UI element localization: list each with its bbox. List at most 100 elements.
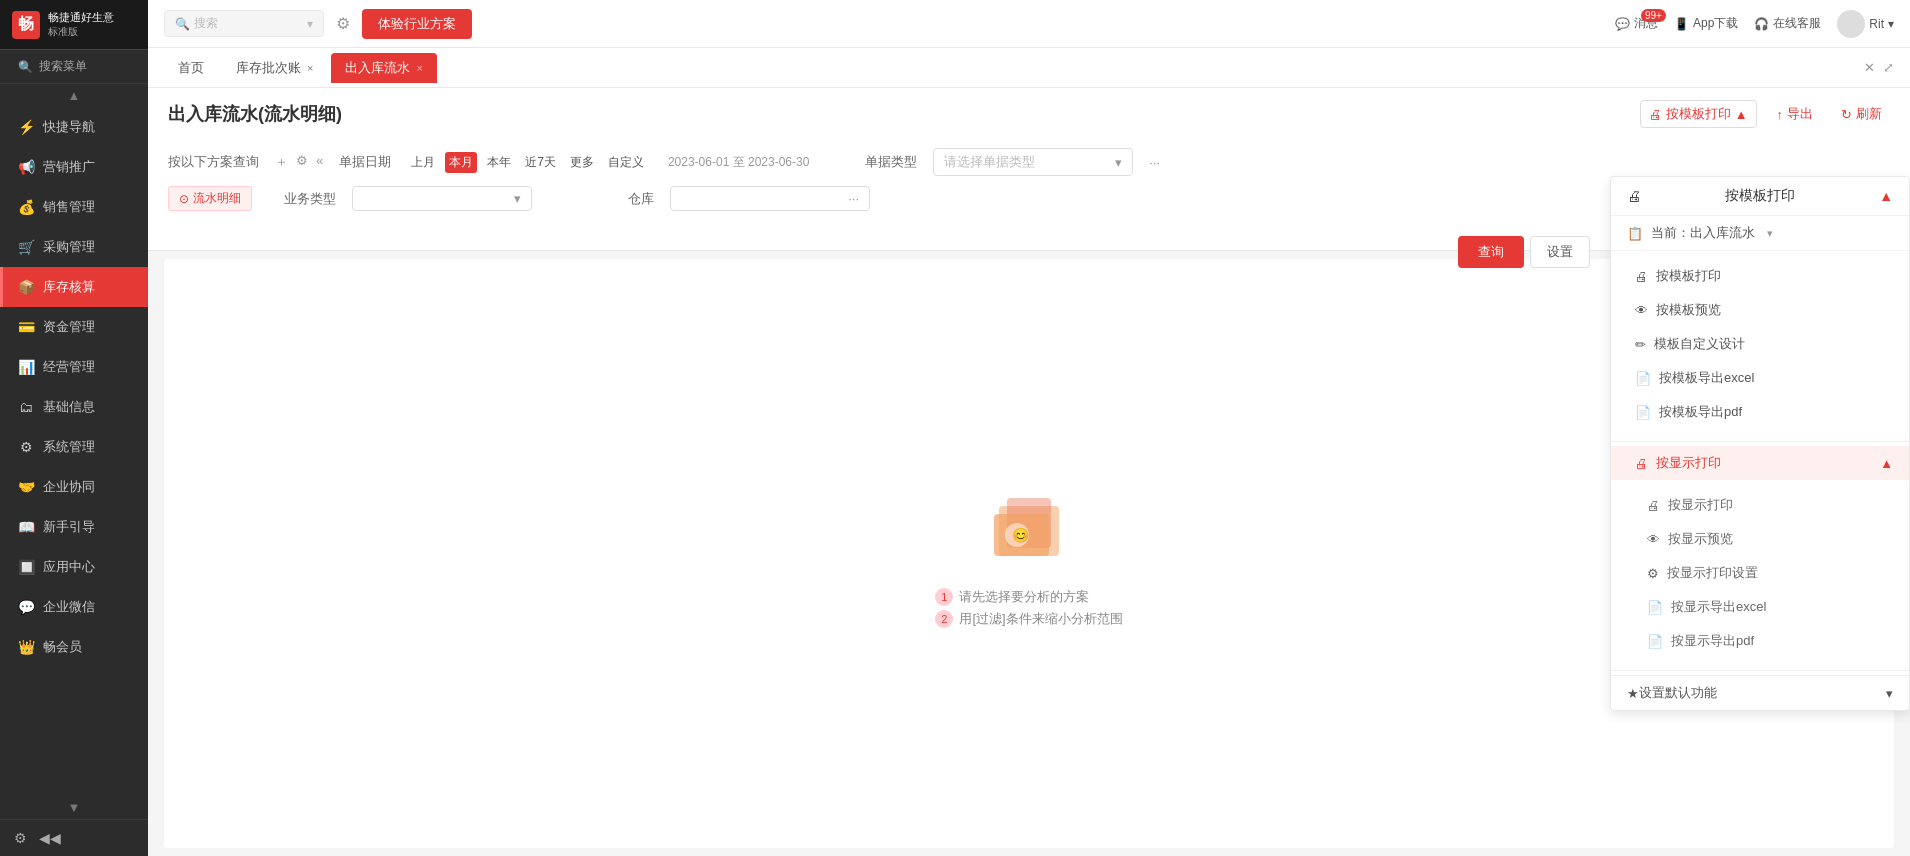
app-download-button[interactable]: 📱 App下载 — [1674, 15, 1738, 32]
print-template-button[interactable]: 🖨 按模板打印 ▲ — [1640, 100, 1757, 128]
template-print-section: 🖨 按模板打印 👁 按模板预览 ✏ 模板自定义设计 📄 按模板导出excel 📄 — [1611, 251, 1909, 437]
biz-type-selector[interactable]: ▾ — [352, 186, 532, 211]
industry-solution-button[interactable]: 体验行业方案 — [362, 9, 472, 39]
sidebar-item-guide[interactable]: 📖 新手引导 — [0, 507, 148, 547]
current-template-label: 当前：出入库流水 — [1651, 224, 1755, 242]
display-export-pdf-label: 按显示导出pdf — [1671, 632, 1754, 650]
sidebar-item-label: 企业微信 — [43, 598, 95, 616]
query-button[interactable]: 查询 — [1458, 236, 1524, 268]
enterprise-icon: 🤝 — [17, 479, 35, 495]
purchase-icon: 🛒 — [17, 239, 35, 255]
template-custom-item[interactable]: ✏ 模板自定义设计 — [1611, 327, 1909, 361]
filter-tag: ⊙ 流水明细 — [168, 186, 252, 211]
online-service-button[interactable]: 🎧 在线客服 — [1754, 15, 1821, 32]
logo-icon: 畅 — [12, 11, 40, 39]
topbar-settings-icon[interactable]: ⚙ — [336, 14, 350, 33]
expand-icon[interactable]: ⤢ — [1883, 60, 1894, 75]
headset-icon: 🎧 — [1754, 17, 1769, 31]
sidebar-item-enterprise[interactable]: 🤝 企业协同 — [0, 467, 148, 507]
sidebar-item-sales[interactable]: 💰 销售管理 — [0, 187, 148, 227]
tip-text-2: 用[过滤]条件来缩小分析范围 — [959, 610, 1122, 628]
template-print-item[interactable]: 🖨 按模板打印 — [1611, 259, 1909, 293]
sidebar-item-wechat[interactable]: 💬 企业微信 — [0, 587, 148, 627]
dropdown-header: 🖨 按模板打印 ▲ — [1611, 177, 1909, 216]
collapse-filter-icon[interactable]: « — [316, 153, 323, 171]
sidebar-item-base[interactable]: 🗂 基础信息 — [0, 387, 148, 427]
topbar-search[interactable]: 🔍 搜索 ▾ — [164, 10, 324, 37]
settings-button[interactable]: 设置 — [1530, 236, 1590, 268]
display-print-item[interactable]: 🖨 按显示打印 — [1611, 488, 1909, 522]
sidebar-item-label: 库存核算 — [43, 278, 95, 296]
display-print-section-header[interactable]: 🖨 按显示打印 ▲ — [1611, 446, 1909, 480]
sidebar-item-inventory[interactable]: 📦 库存核算 — [0, 267, 148, 307]
date-this-month[interactable]: 本月 — [445, 152, 477, 173]
set-default-item[interactable]: ★ 设置默认功能 ▾ — [1611, 675, 1909, 710]
template-print-label: 按模板打印 — [1656, 267, 1721, 285]
tab-batch-account-label: 库存批次账 — [236, 59, 301, 77]
display-export-excel-label: 按显示导出excel — [1671, 598, 1766, 616]
sidebar-item-finance[interactable]: 💳 资金管理 — [0, 307, 148, 347]
display-export-pdf-item[interactable]: 📄 按显示导出pdf — [1611, 624, 1909, 658]
sidebar-item-member[interactable]: 👑 畅会员 — [0, 627, 148, 667]
export-button[interactable]: ↑ 导出 — [1769, 101, 1822, 127]
warehouse-selector[interactable]: ··· — [670, 186, 870, 211]
pdf-icon-1: 📄 — [1635, 405, 1651, 420]
filter-tag-label: 流水明细 — [193, 190, 241, 207]
add-filter-icon[interactable]: ＋ — [275, 153, 288, 171]
date-this-year[interactable]: 本年 — [483, 152, 515, 173]
tab-batch-account[interactable]: 库存批次账 × — [222, 53, 327, 83]
page-title: 出入库流水(流水明细) — [168, 102, 342, 126]
tab-inout-flow[interactable]: 出入库流水 × — [331, 53, 436, 83]
tab-inout-flow-close[interactable]: × — [416, 62, 422, 74]
tip-row-1: 1 请先选择要分析的方案 — [935, 588, 1122, 606]
tab-batch-account-close[interactable]: × — [307, 62, 313, 74]
sidebar-item-label: 资金管理 — [43, 318, 95, 336]
display-preview-item[interactable]: 👁 按显示预览 — [1611, 522, 1909, 556]
tip-num-1: 1 — [935, 588, 953, 606]
template-export-excel-item[interactable]: 📄 按模板导出excel — [1611, 361, 1909, 395]
sidebar-item-app-center[interactable]: 🔲 应用中心 — [0, 547, 148, 587]
date-last-month[interactable]: 上月 — [407, 152, 439, 173]
empty-tips: 1 请先选择要分析的方案 2 用[过滤]条件来缩小分析范围 — [935, 588, 1122, 632]
template-preview-item[interactable]: 👁 按模板预览 — [1611, 293, 1909, 327]
template-export-pdf-item[interactable]: 📄 按模板导出pdf — [1611, 395, 1909, 429]
tab-home[interactable]: 首页 — [164, 53, 218, 83]
current-template-item[interactable]: 📋 当前：出入库流水 ▾ — [1611, 216, 1909, 251]
main-content: 🔍 搜索 ▾ ⚙ 体验行业方案 💬 消息 99+ 📱 App下载 🎧 在线客服 … — [148, 0, 1910, 856]
dropdown-collapse-icon[interactable]: ▲ — [1879, 188, 1893, 204]
display-export-excel-item[interactable]: 📄 按显示导出excel — [1611, 590, 1909, 624]
display-print-settings-item[interactable]: ⚙ 按显示打印设置 — [1611, 556, 1909, 590]
settings-icon[interactable]: ⚙ — [14, 830, 27, 846]
messages-button[interactable]: 💬 消息 99+ — [1615, 15, 1658, 32]
scroll-up[interactable]: ▲ — [0, 84, 148, 107]
print-icon: 🖨 — [1649, 107, 1662, 122]
sidebar-item-operations[interactable]: 📊 经营管理 — [0, 347, 148, 387]
topbar-search-icon: 🔍 — [175, 17, 190, 31]
empty-state: 😊 1 请先选择要分析的方案 2 用[过滤]条件来缩小分析范围 — [935, 476, 1122, 632]
sidebar-item-quick-nav[interactable]: ⚡ 快捷导航 — [0, 107, 148, 147]
date-7days[interactable]: 近7天 — [521, 152, 560, 173]
scroll-down[interactable]: ▼ — [0, 796, 148, 819]
user-avatar[interactable]: Rit ▾ — [1837, 10, 1894, 38]
settings-filter-icon[interactable]: ⚙ — [296, 153, 308, 171]
refresh-button[interactable]: ↻ 刷新 — [1833, 101, 1890, 127]
date-custom[interactable]: 自定义 — [604, 152, 648, 173]
doc-type-more[interactable]: ··· — [1149, 155, 1160, 170]
doc-type-placeholder: 请选择单据类型 — [944, 153, 1035, 171]
user-name: Rit — [1869, 17, 1884, 31]
tab-global-close: ✕ ⤢ — [1864, 60, 1894, 75]
doc-type-selector[interactable]: 请选择单据类型 ▾ — [933, 148, 1133, 176]
sidebar-item-purchase[interactable]: 🛒 采购管理 — [0, 227, 148, 267]
close-all-icon[interactable]: ✕ — [1864, 60, 1875, 75]
display-print-label: 按显示打印 — [1668, 496, 1733, 514]
sidebar-item-label: 系统管理 — [43, 438, 95, 456]
marketing-icon: 📢 — [17, 159, 35, 175]
sidebar-search[interactable]: 🔍 搜索菜单 — [0, 50, 148, 84]
print-arrow-up: ▲ — [1735, 107, 1748, 122]
sidebar-item-system[interactable]: ⚙ 系统管理 — [0, 427, 148, 467]
date-more[interactable]: 更多 — [566, 152, 598, 173]
sidebar-item-label: 经营管理 — [43, 358, 95, 376]
app-logo: 畅 畅捷通好生意 标准版 — [0, 0, 148, 50]
collapse-sidebar-icon[interactable]: ◀◀ — [39, 830, 61, 846]
sidebar-item-marketing[interactable]: 📢 营销推广 — [0, 147, 148, 187]
